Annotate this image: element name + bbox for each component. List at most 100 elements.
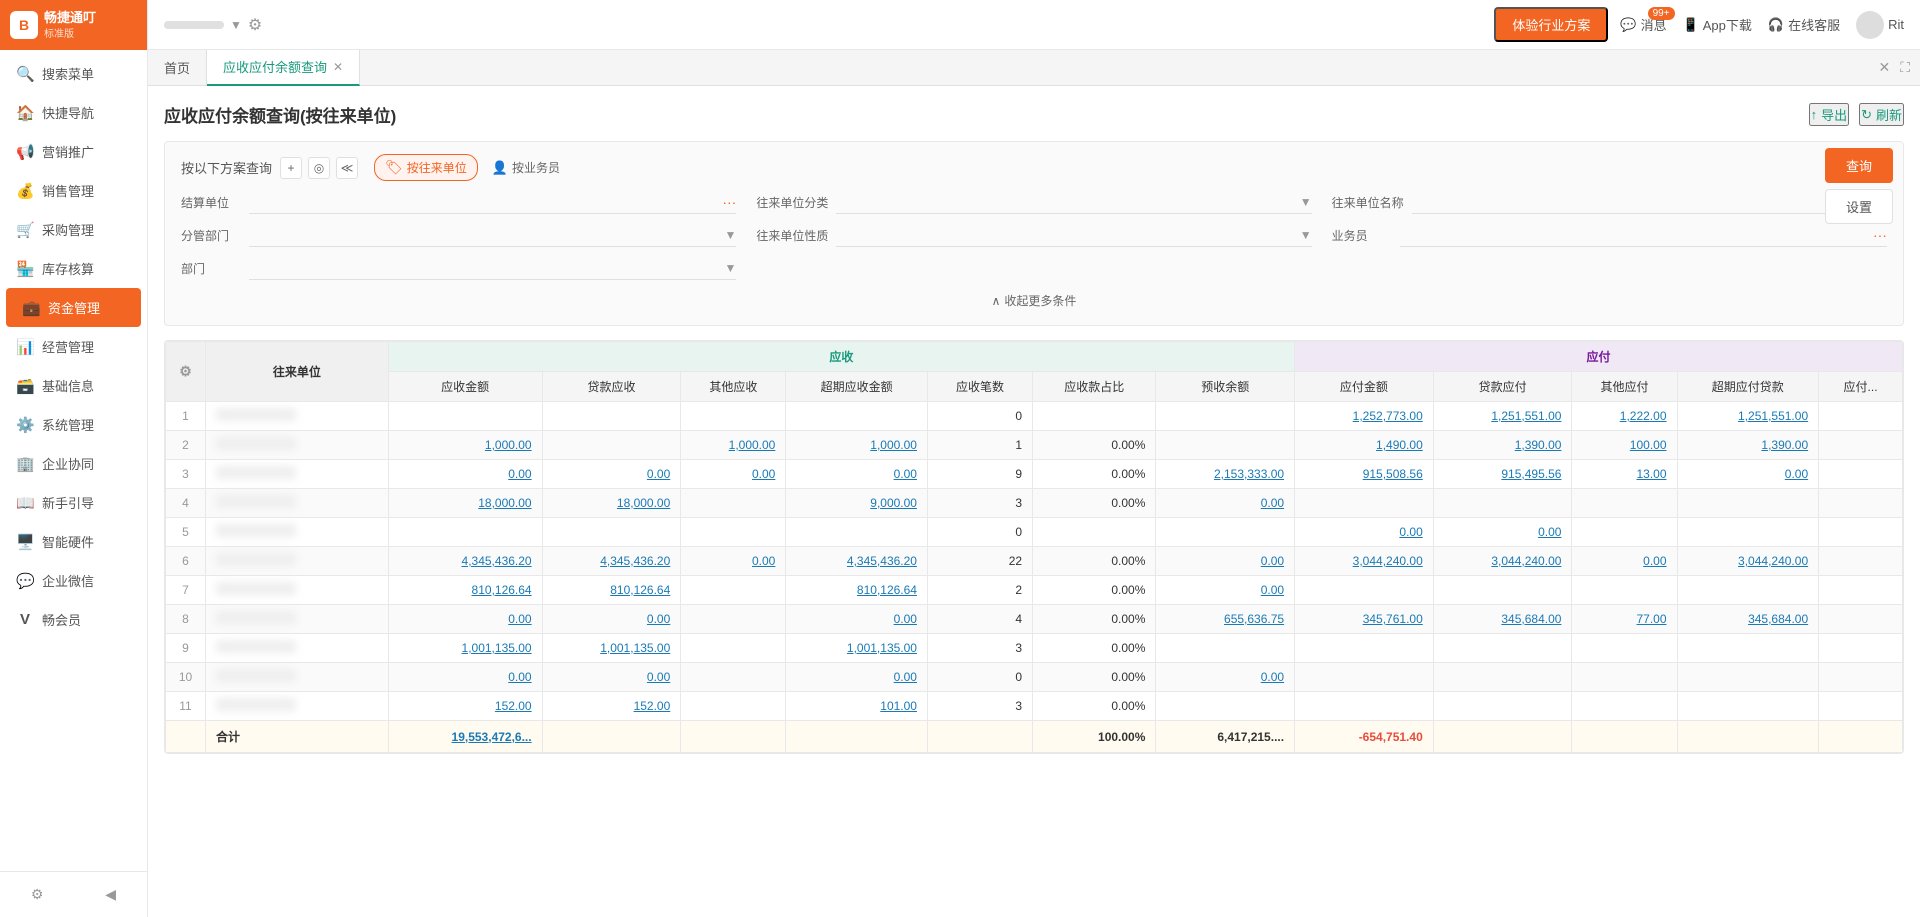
header-dropdown-btn[interactable]: ▼ [230,18,242,32]
search-tab-by-staff[interactable]: 👤 按业务员 [482,154,570,181]
sidebar-item-member[interactable]: V 畅会员 [0,600,147,639]
sidebar-item-biz[interactable]: 📊 经营管理 [0,327,147,366]
sidebar-item-marketing[interactable]: 📢 营销推广 [0,132,147,171]
cell-ar_amount[interactable]: 4,345,436.20 [388,547,542,576]
cell-other_ap[interactable]: 0.00 [1572,547,1677,576]
field-unit-nature-input[interactable] [836,224,1299,246]
cell-ar_amount[interactable]: 152.00 [388,692,542,721]
dept-chevron-icon[interactable]: ▼ [724,261,736,275]
cell-ap_amount[interactable]: 0.00 [1295,518,1434,547]
cell-prepay[interactable]: 0.00 [1156,663,1295,692]
cell-overdue_ap[interactable]: 1,251,551.00 [1677,402,1819,431]
add-scheme-btn[interactable]: + [280,157,302,179]
cell-loan_ar[interactable]: 810,126.64 [542,576,681,605]
cell-overdue_ar[interactable]: 0.00 [786,605,928,634]
cell-ap_amount[interactable]: 915,508.56 [1295,460,1434,489]
header-gear-icon[interactable]: ⚙ [248,15,262,35]
field-dept-manage-input[interactable] [249,224,724,246]
cell-ap_amount[interactable]: 1,252,773.00 [1295,402,1434,431]
field-unit-category-input[interactable] [836,191,1299,213]
cell-overdue_ar[interactable]: 1,001,135.00 [786,634,928,663]
cell-prepay[interactable]: 0.00 [1156,547,1295,576]
cell-ar_amount[interactable]: 18,000.00 [388,489,542,518]
unit-category-chevron-icon[interactable]: ▼ [1300,195,1312,209]
sidebar-item-inventory[interactable]: 🏪 库存核算 [0,249,147,288]
sidebar-item-guide[interactable]: 📖 新手引导 [0,483,147,522]
field-dept-input[interactable] [249,257,724,279]
cell-overdue_ap[interactable]: 0.00 [1677,460,1819,489]
cell-prepay[interactable]: 0.00 [1156,576,1295,605]
message-action[interactable]: 💬 消息 99+ [1620,15,1666,34]
cell-overdue_ar[interactable]: 0.00 [786,460,928,489]
cell-overdue_ar[interactable]: 1,000.00 [786,431,928,460]
sidebar-item-sales[interactable]: 💰 销售管理 [0,171,147,210]
cell-loan_ar[interactable]: 0.00 [542,460,681,489]
appdownload-action[interactable]: 📱 App下载 [1683,15,1752,34]
cell-other_ap[interactable]: 100.00 [1572,431,1677,460]
cell-ar_amount[interactable]: 0.00 [388,605,542,634]
window-close-btn[interactable]: ✕ [1878,59,1890,76]
more-scheme-btn[interactable]: ≪ [336,157,358,179]
cell-loan_ap[interactable]: 0.00 [1433,518,1572,547]
cell-loan_ap[interactable]: 1,390.00 [1433,431,1572,460]
tab-query[interactable]: 应收应付余额查询 ✕ [207,50,360,86]
cell-overdue_ar[interactable]: 101.00 [786,692,928,721]
cell-loan_ap[interactable]: 1,251,551.00 [1433,402,1572,431]
cell-ar_amount[interactable]: 0.00 [388,460,542,489]
tab-close-btn[interactable]: ✕ [333,60,343,74]
sidebar-item-base[interactable]: 🗃️ 基础信息 [0,366,147,405]
cell-loan_ar[interactable]: 4,345,436.20 [542,547,681,576]
sidebar-item-wechat[interactable]: 💬 企业微信 [0,561,147,600]
settings-button[interactable]: 设置 [1825,189,1893,224]
cell-ar_amount[interactable]: 810,126.64 [388,576,542,605]
cell-overdue_ar[interactable]: 0.00 [786,663,928,692]
cell-overdue_ap[interactable]: 1,390.00 [1677,431,1819,460]
cell-ap_amount[interactable]: 3,044,240.00 [1295,547,1434,576]
cell-ar_amount[interactable]: 1,001,135.00 [388,634,542,663]
cell-overdue_ap[interactable]: 345,684.00 [1677,605,1819,634]
cell-overdue_ar[interactable]: 4,345,436.20 [786,547,928,576]
sidebar-item-search[interactable]: 🔍 搜索菜单 [0,54,147,93]
cell-overdue_ar[interactable]: 9,000.00 [786,489,928,518]
dept-manage-chevron-icon[interactable]: ▼ [724,228,736,242]
query-button[interactable]: 查询 [1825,148,1893,183]
cell-other_ap[interactable]: 77.00 [1572,605,1677,634]
sidebar-item-quicknav[interactable]: 🏠 快捷导航 [0,93,147,132]
cell-loan_ar[interactable]: 18,000.00 [542,489,681,518]
cell-other_ap[interactable]: 13.00 [1572,460,1677,489]
sidebar-item-purchase[interactable]: 🛒 采购管理 [0,210,147,249]
field-settle-unit-input[interactable] [249,191,722,213]
cell-prepay[interactable]: 2,153,333.00 [1156,460,1295,489]
unit-nature-chevron-icon[interactable]: ▼ [1300,228,1312,242]
cell-loan_ap[interactable]: 915,495.56 [1433,460,1572,489]
search-tab-by-unit[interactable]: 🏷 按往来单位 [374,154,478,181]
salesman-dots-icon[interactable]: ··· [1873,227,1887,243]
settle-unit-dots-icon[interactable]: ··· [722,194,736,210]
cell-prepay[interactable]: 655,636.75 [1156,605,1295,634]
field-salesman-input[interactable] [1400,224,1873,246]
sidebar-collapse-btn[interactable]: ◀ [95,880,126,909]
sidebar-item-hardware[interactable]: 🖥️ 智能硬件 [0,522,147,561]
refresh-button[interactable]: ↻ 刷新 [1859,103,1904,126]
sidebar-item-corp[interactable]: 🏢 企业协同 [0,444,147,483]
cell-other_ar[interactable]: 1,000.00 [681,431,786,460]
cell-loan_ap[interactable]: 345,684.00 [1433,605,1572,634]
cell-ap_amount[interactable]: 1,490.00 [1295,431,1434,460]
header-breadcrumb-input[interactable] [164,21,224,29]
service-action[interactable]: 🎧 在线客服 [1768,15,1840,34]
cell-ar_amount[interactable]: 0.00 [388,663,542,692]
collapse-btn[interactable]: ∧ 收起更多条件 [181,288,1887,313]
sidebar-settings-btn[interactable]: ⚙ [21,880,54,909]
cell-overdue_ap[interactable]: 3,044,240.00 [1677,547,1819,576]
sidebar-item-system[interactable]: ⚙️ 系统管理 [0,405,147,444]
export-button[interactable]: ↑ 导出 [1809,103,1850,126]
cell-loan_ar[interactable]: 1,001,135.00 [542,634,681,663]
cell-loan_ap[interactable]: 3,044,240.00 [1433,547,1572,576]
table-settings-icon[interactable]: ⚙ [179,363,192,379]
promo-button[interactable]: 体验行业方案 [1494,7,1608,42]
cell-ar_amount[interactable]: 1,000.00 [388,431,542,460]
cell-loan_ar[interactable]: 0.00 [542,663,681,692]
cell-loan_ar[interactable]: 0.00 [542,605,681,634]
edit-scheme-btn[interactable]: ◎ [308,157,330,179]
cell-loan_ar[interactable]: 152.00 [542,692,681,721]
